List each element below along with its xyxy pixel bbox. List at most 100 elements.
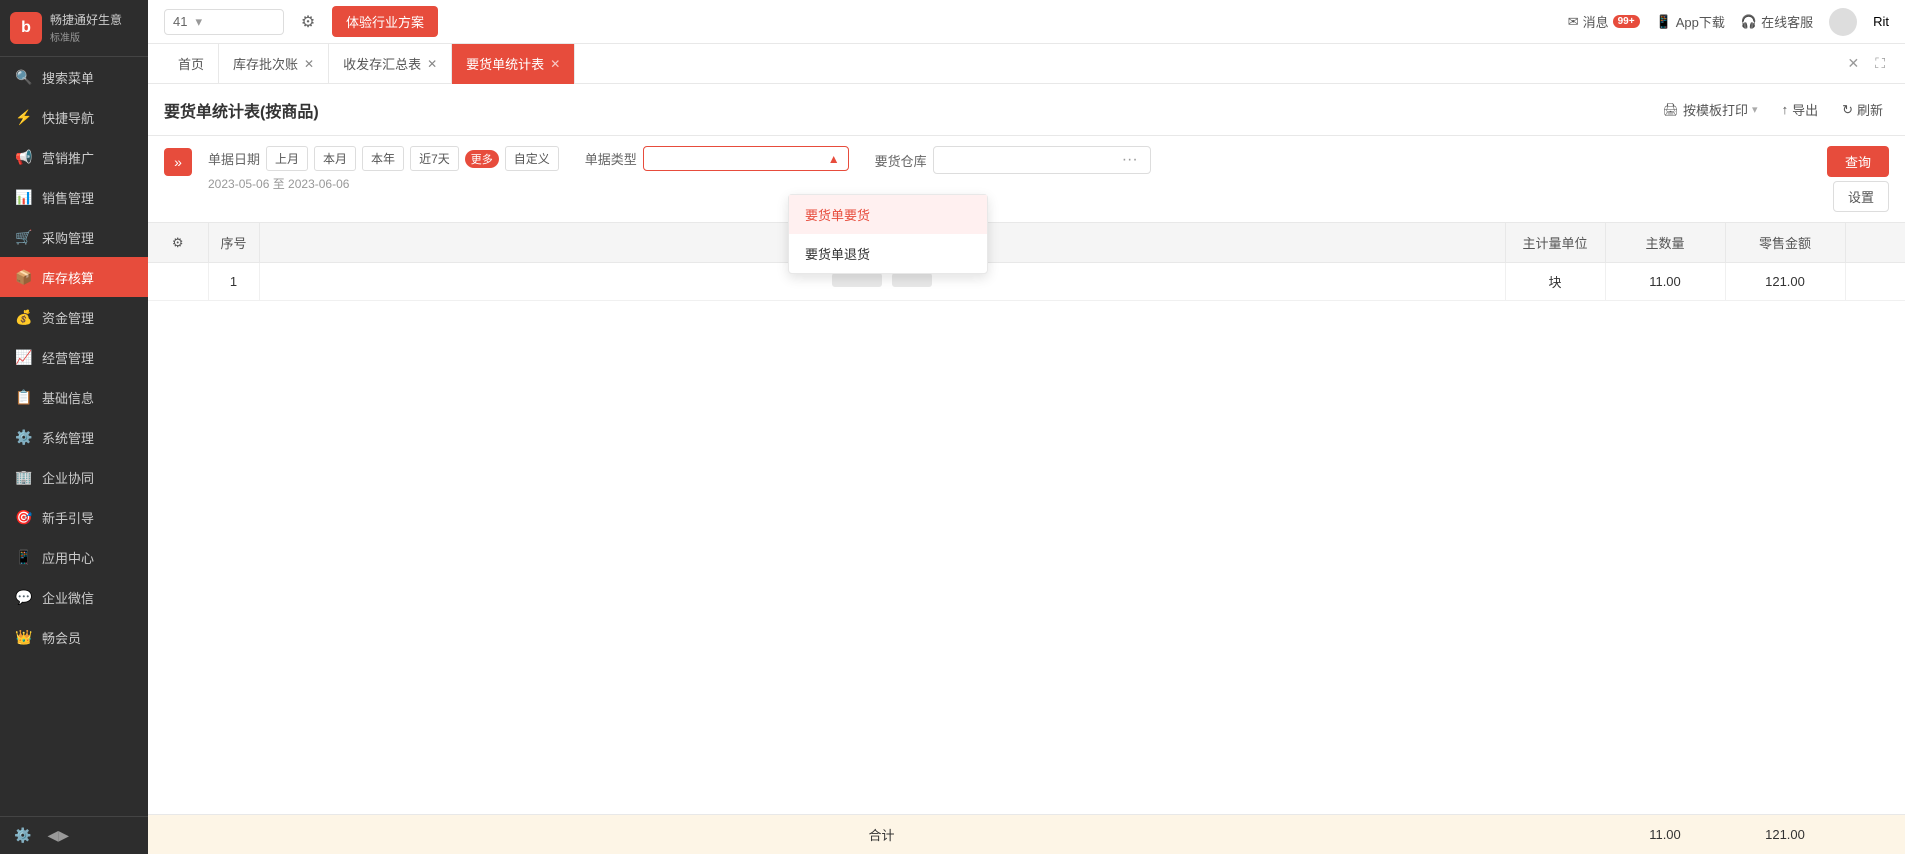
enterprise-icon: 🏢 (14, 467, 34, 487)
tab-close-collect-summary[interactable]: ✕ (427, 57, 437, 71)
tab-label-inventory-batch: 库存批次账 (233, 54, 298, 73)
date-month-btn[interactable]: 本月 (314, 146, 356, 171)
sidebar-item-wechat[interactable]: 💬 企业微信 (0, 577, 148, 617)
sidebar-item-marketing[interactable]: 📢 营销推广 (0, 137, 148, 177)
table-row: 1 块 11.00 121.00 (148, 263, 1905, 301)
tabs-actions: ✕ ⛶ (1843, 51, 1889, 76)
trial-button[interactable]: 体验行业方案 (332, 6, 438, 37)
tab-collect-summary[interactable]: 收发存汇总表✕ (329, 44, 452, 84)
main-content: 41 ▾ ⚙ 体验行业方案 ✉ 消息 99+ 📱 App下载 🎧 在线客服 Ri… (148, 0, 1905, 854)
sidebar-item-system[interactable]: ⚙️ 系统管理 (0, 417, 148, 457)
row-extra (1845, 263, 1905, 301)
sidebar-item-basic[interactable]: 📋 基础信息 (0, 377, 148, 417)
print-button[interactable]: 🖨 按模板打印 ▾ (1657, 96, 1764, 123)
sidebar-item-finance[interactable]: 💰 资金管理 (0, 297, 148, 337)
search-icon: 🔍 (14, 67, 34, 87)
gear-button[interactable]: ⚙ (294, 8, 322, 36)
row-settings (148, 263, 208, 301)
marketing-icon: 📢 (14, 147, 34, 167)
inventory-icon: 📦 (14, 267, 34, 287)
date-more-badge[interactable]: 更多 (465, 150, 499, 168)
print-icon: 🖨 (1663, 102, 1680, 118)
page-actions: 🖨 按模板打印 ▾ ↑ 导出 ↻ 刷新 (1657, 96, 1890, 123)
messages-action[interactable]: ✉ 消息 99+ (1568, 12, 1640, 31)
sidebar-item-sales[interactable]: 📊 销售管理 (0, 177, 148, 217)
type-filter-group: 单据类型 ▲ (585, 146, 849, 171)
sidebar-item-quick-nav[interactable]: ⚡ 快捷导航 (0, 97, 148, 137)
logo-icon: b (10, 12, 42, 44)
sidebar-label-basic: 基础信息 (42, 388, 94, 407)
refresh-button[interactable]: ↻ 刷新 (1836, 96, 1889, 123)
system-icon: ⚙️ (14, 427, 34, 447)
user-avatar[interactable] (1829, 8, 1857, 36)
date-custom-btn[interactable]: 自定义 (505, 146, 559, 171)
date-range-text: 2023-05-06 至 2023-06-06 (208, 175, 349, 192)
date-up-btn[interactable]: 上月 (266, 146, 308, 171)
sidebar-label-quick-nav: 快捷导航 (42, 108, 94, 127)
collapse-icon[interactable]: ◀▶ (47, 827, 69, 844)
app-download-action[interactable]: 📱 App下载 (1656, 12, 1725, 31)
tab-order-stats[interactable]: 要货单统计表✕ (452, 44, 575, 84)
refresh-icon: ↻ (1842, 102, 1853, 118)
store-selector[interactable]: 41 ▾ (164, 9, 284, 35)
sidebar-label-purchase: 采购管理 (42, 228, 94, 247)
tab-label-home: 首页 (178, 54, 204, 73)
sidebar-label-marketing: 营销推广 (42, 148, 94, 167)
col-quantity: 主数量 (1605, 223, 1725, 263)
settings-icon[interactable]: ⚙️ (14, 827, 31, 844)
apps-icon: 📱 (14, 547, 34, 567)
dropdown-item-return[interactable]: 要货单退货 (789, 234, 987, 273)
sidebar-item-apps[interactable]: 📱 应用中心 (0, 537, 148, 577)
app-logo: b 畅捷通好生意 标准版 (0, 0, 148, 57)
sidebar-nav: 🔍 搜索菜单 ⚡ 快捷导航 📢 营销推广 📊 销售管理 🛒 采购管理 📦 库存核… (0, 57, 148, 816)
date-recent-btn[interactable]: 近7天 (410, 146, 459, 171)
type-input[interactable] (652, 151, 828, 166)
purchase-icon: 🛒 (14, 227, 34, 247)
sidebar-item-inventory[interactable]: 📦 库存核算 (0, 257, 148, 297)
online-service-action[interactable]: 🎧 在线客服 (1741, 12, 1813, 31)
set-button[interactable]: 设置 (1833, 181, 1889, 212)
online-service-label: 在线客服 (1761, 12, 1813, 31)
footer-label: 合计 (258, 825, 1505, 844)
tabs-container: 首页库存批次账✕收发存汇总表✕要货单统计表✕ (164, 44, 1843, 84)
guide-icon: 🎯 (14, 507, 34, 527)
date-year-btn[interactable]: 本年 (362, 146, 404, 171)
tab-close-inventory-batch[interactable]: ✕ (304, 57, 314, 71)
warehouse-filter-group: 要货仓库 ··· (875, 146, 1151, 174)
tab-close-order-stats[interactable]: ✕ (550, 57, 560, 71)
export-button[interactable]: ↑ 导出 (1776, 96, 1825, 123)
logo-sub: 标准版 (50, 29, 122, 44)
query-button[interactable]: 查询 (1827, 146, 1889, 177)
sidebar: b 畅捷通好生意 标准版 🔍 搜索菜单 ⚡ 快捷导航 📢 营销推广 📊 销售管理… (0, 0, 148, 854)
col-no: 序号 (208, 223, 259, 263)
warehouse-select[interactable]: ··· (933, 146, 1151, 174)
goods-placeholder-1 (832, 273, 882, 287)
page-header: 要货单统计表(按商品) 🖨 按模板打印 ▾ ↑ 导出 ↻ 刷新 (148, 84, 1905, 136)
warehouse-input[interactable] (942, 153, 1118, 168)
sidebar-item-search[interactable]: 🔍 搜索菜单 (0, 57, 148, 97)
warehouse-more-icon[interactable]: ··· (1118, 151, 1142, 169)
tab-inventory-batch[interactable]: 库存批次账 ✕ (219, 44, 329, 84)
sidebar-item-member[interactable]: 👑 畅会员 (0, 617, 148, 657)
sidebar-item-purchase[interactable]: 🛒 采购管理 (0, 217, 148, 257)
tab-home[interactable]: 首页 (164, 44, 219, 84)
maximize-icon[interactable]: ⛶ (1871, 51, 1889, 76)
sidebar-label-sales: 销售管理 (42, 188, 94, 207)
sidebar-label-system: 系统管理 (42, 428, 94, 447)
footer-amount: 121.00 (1725, 827, 1845, 842)
type-arrow-icon[interactable]: ▲ (828, 152, 840, 166)
type-select[interactable]: ▲ (643, 146, 849, 171)
close-all-icon[interactable]: ✕ (1843, 51, 1863, 76)
sidebar-item-operations[interactable]: 📈 经营管理 (0, 337, 148, 377)
message-label: 消息 (1583, 12, 1609, 31)
date-label: 单据日期 (208, 149, 260, 168)
filter-expand-button[interactable]: » (164, 148, 192, 176)
store-name: 41 (173, 14, 187, 29)
sidebar-item-guide[interactable]: 🎯 新手引导 (0, 497, 148, 537)
print-label: 按模板打印 (1683, 100, 1748, 119)
print-arrow-icon: ▾ (1752, 103, 1758, 116)
dropdown-item-order[interactable]: 要货单要货 (789, 195, 987, 234)
table-head: ⚙ 序号 商品 主计量单位 主数量 零售金额 (148, 223, 1905, 263)
sidebar-item-enterprise[interactable]: 🏢 企业协同 (0, 457, 148, 497)
export-icon: ↑ (1782, 102, 1789, 117)
